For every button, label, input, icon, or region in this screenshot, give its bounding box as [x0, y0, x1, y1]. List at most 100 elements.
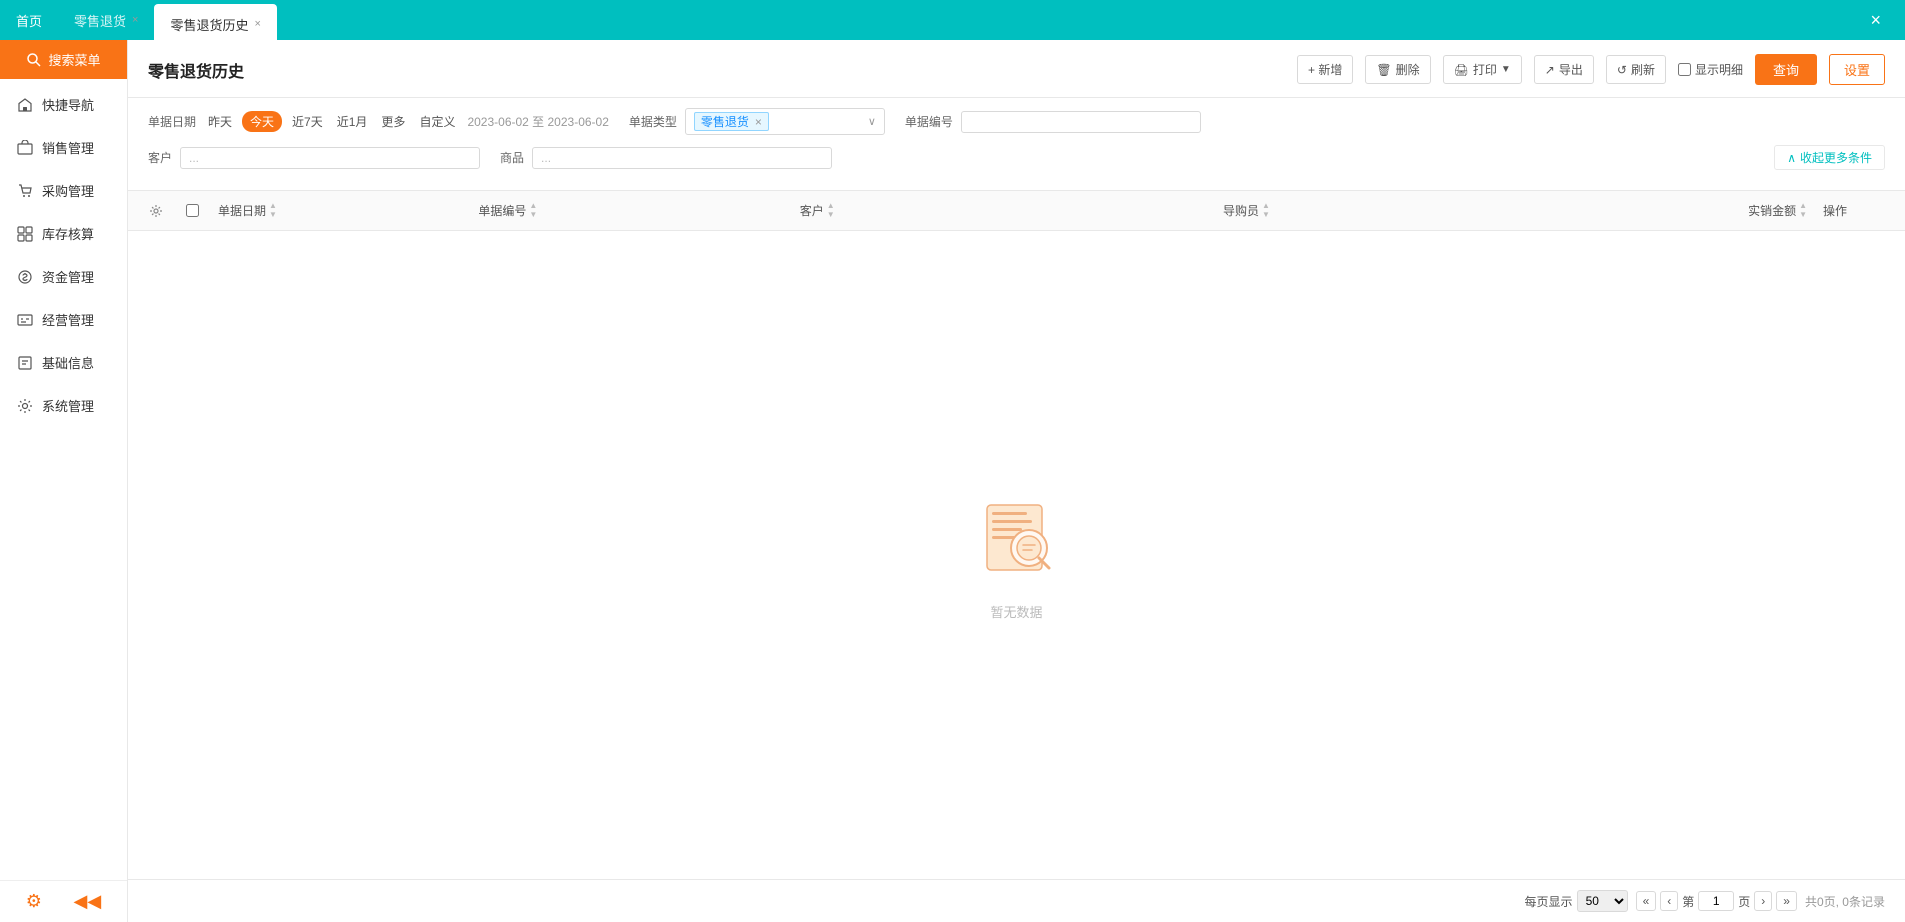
th-customer[interactable]: 客户 ▲▼: [792, 192, 1215, 229]
tab-retail-return[interactable]: 零售退货 ×: [58, 0, 154, 40]
sort-icons-guide: ▲▼: [1262, 202, 1270, 219]
next-page-button[interactable]: ›: [1754, 891, 1772, 911]
last-page-button[interactable]: »: [1776, 891, 1797, 911]
th-checkbox[interactable]: [174, 204, 210, 217]
th-doc-number-label: 单据编号: [478, 202, 526, 219]
sidebar-item-quick-nav[interactable]: 快捷导航: [0, 83, 127, 126]
empty-state: 暂无数据: [128, 231, 1905, 879]
search-menu-button[interactable]: 搜索菜单: [0, 40, 127, 79]
tab-home[interactable]: 首页: [0, 0, 58, 40]
doc-number-filter: 单据编号: [905, 111, 1201, 133]
page-label: 第: [1682, 893, 1694, 910]
date-opt-1month[interactable]: 近1月: [333, 111, 372, 132]
pagination: 每页显示 10 20 50 100 « ‹ 第 页 › » 共0页, 0条记录: [128, 879, 1905, 922]
date-opt-7days[interactable]: 近7天: [288, 111, 327, 132]
sidebar-item-system-label: 系统管理: [42, 396, 94, 415]
page-size-select: 每页显示 10 20 50 100: [1525, 890, 1628, 912]
sort-icons-number: ▲▼: [529, 202, 537, 219]
th-guide[interactable]: 导购员 ▲▼: [1215, 192, 1536, 229]
sidebar-item-sales-label: 销售管理: [42, 138, 94, 157]
doc-type-select-arrow: ∨: [868, 115, 876, 128]
th-doc-number[interactable]: 单据编号 ▲▼: [470, 192, 791, 229]
date-filter: 单据日期 昨天 今天 近7天 近1月 更多 自定义 2023-06-02 至 2…: [148, 111, 609, 132]
tab-retail-return-close[interactable]: ×: [132, 14, 138, 26]
doc-type-select[interactable]: 零售退货 × ∨: [685, 108, 885, 135]
date-opt-custom[interactable]: 自定义: [415, 111, 459, 132]
doc-type-filter: 单据类型 零售退货 × ∨: [629, 108, 885, 135]
th-doc-date[interactable]: 单据日期 ▲▼: [210, 192, 470, 229]
th-amount[interactable]: 实销金额 ▲▼: [1740, 192, 1815, 229]
export-button[interactable]: ↗ 导出: [1534, 55, 1594, 84]
window-close-button[interactable]: ×: [1862, 10, 1889, 31]
add-button[interactable]: + 新增: [1297, 55, 1353, 84]
per-page-dropdown[interactable]: 10 20 50 100: [1577, 890, 1628, 912]
sound-bottom-icon[interactable]: ◀◀: [74, 891, 102, 912]
refresh-icon: ↺: [1617, 63, 1627, 77]
sidebar-item-sales[interactable]: 销售管理: [0, 126, 127, 169]
print-arrow-icon: ▼: [1501, 64, 1511, 75]
filter-area: 单据日期 昨天 今天 近7天 近1月 更多 自定义 2023-06-02 至 2…: [128, 98, 1905, 191]
table-area: 单据日期 ▲▼ 单据编号 ▲▼ 客户 ▲▼: [128, 191, 1905, 879]
inventory-icon: [16, 225, 34, 243]
date-opt-yesterday[interactable]: 昨天: [204, 111, 236, 132]
sidebar-items: 快捷导航 销售管理 采购管理 库存核算: [0, 79, 127, 880]
sidebar-item-operations[interactable]: 经营管理: [0, 298, 127, 341]
sidebar-item-inventory-label: 库存核算: [42, 224, 94, 243]
customer-filter: 客户 ...: [148, 147, 480, 169]
per-page-label: 每页显示: [1525, 893, 1573, 910]
page-input[interactable]: [1698, 891, 1734, 911]
tab-retail-return-history-close[interactable]: ×: [254, 18, 260, 30]
delete-button[interactable]: 🗑 删除: [1365, 55, 1430, 84]
customer-select[interactable]: ...: [180, 147, 480, 169]
query-button[interactable]: 查询: [1755, 54, 1817, 85]
display-toggle: 显示明细: [1678, 61, 1743, 78]
customer-placeholder: ...: [189, 151, 199, 165]
prev-page-button[interactable]: ‹: [1660, 891, 1678, 911]
doc-type-tag: 零售退货 ×: [694, 112, 769, 131]
th-action-label: 操作: [1823, 202, 1847, 219]
th-guide-label: 导购员: [1223, 202, 1259, 219]
date-options: 昨天 今天 近7天 近1月 更多 自定义: [204, 111, 459, 132]
tab-retail-return-label: 零售退货: [74, 11, 126, 30]
sidebar-item-purchase[interactable]: 采购管理: [0, 169, 127, 212]
tab-home-label: 首页: [16, 11, 42, 30]
doc-type-tag-close[interactable]: ×: [755, 115, 762, 129]
settings-bottom-icon[interactable]: ⚙: [26, 891, 42, 912]
collapse-button[interactable]: ∧ 收起更多条件: [1774, 145, 1885, 170]
print-button[interactable]: 🖨 打印 ▼: [1443, 55, 1522, 84]
collapse-label: 收起更多条件: [1800, 149, 1872, 166]
refresh-button[interactable]: ↺ 刷新: [1606, 55, 1666, 84]
sidebar-item-inventory[interactable]: 库存核算: [0, 212, 127, 255]
sidebar-item-system[interactable]: 系统管理: [0, 384, 127, 427]
th-settings-icon[interactable]: [138, 204, 174, 218]
sidebar-item-basic-info[interactable]: 基础信息: [0, 341, 127, 384]
select-all-checkbox[interactable]: [186, 204, 199, 217]
sidebar-bottom: ⚙ ◀◀: [0, 880, 127, 922]
purchase-icon: [16, 182, 34, 200]
search-menu-label: 搜索菜单: [48, 50, 100, 69]
operations-icon: [16, 311, 34, 329]
sidebar-item-finance-label: 资金管理: [42, 267, 94, 286]
print-icon: 🖨: [1454, 63, 1469, 77]
doc-number-input[interactable]: [961, 111, 1201, 133]
display-toggle-checkbox[interactable]: [1678, 63, 1691, 76]
tab-list: 首页 零售退货 × 零售退货历史 ×: [0, 0, 1862, 40]
sidebar-item-operations-label: 经营管理: [42, 310, 94, 329]
th-doc-date-label: 单据日期: [218, 202, 266, 219]
print-label: 打印: [1473, 61, 1497, 78]
page-header-top: 零售退货历史 + 新增 🗑 删除 🖨 打印 ▼ ↗: [148, 54, 1885, 85]
date-opt-today[interactable]: 今天: [242, 111, 282, 132]
date-opt-more[interactable]: 更多: [377, 111, 409, 132]
sidebar: 搜索菜单 快捷导航 销售管理 采购管理: [0, 40, 128, 922]
doc-type-tag-text: 零售退货: [701, 113, 749, 130]
date-label: 单据日期: [148, 113, 196, 130]
first-page-button[interactable]: «: [1636, 891, 1657, 911]
query-label: 查询: [1773, 63, 1799, 78]
goods-select[interactable]: ...: [532, 147, 832, 169]
sidebar-item-finance[interactable]: 资金管理: [0, 255, 127, 298]
setting-button[interactable]: 设置: [1829, 54, 1885, 85]
display-toggle-label: 显示明细: [1695, 61, 1743, 78]
tab-retail-return-history[interactable]: 零售退货历史 ×: [154, 4, 276, 44]
refresh-label: 刷新: [1631, 61, 1655, 78]
tab-retail-return-history-label: 零售退货历史: [170, 15, 248, 34]
